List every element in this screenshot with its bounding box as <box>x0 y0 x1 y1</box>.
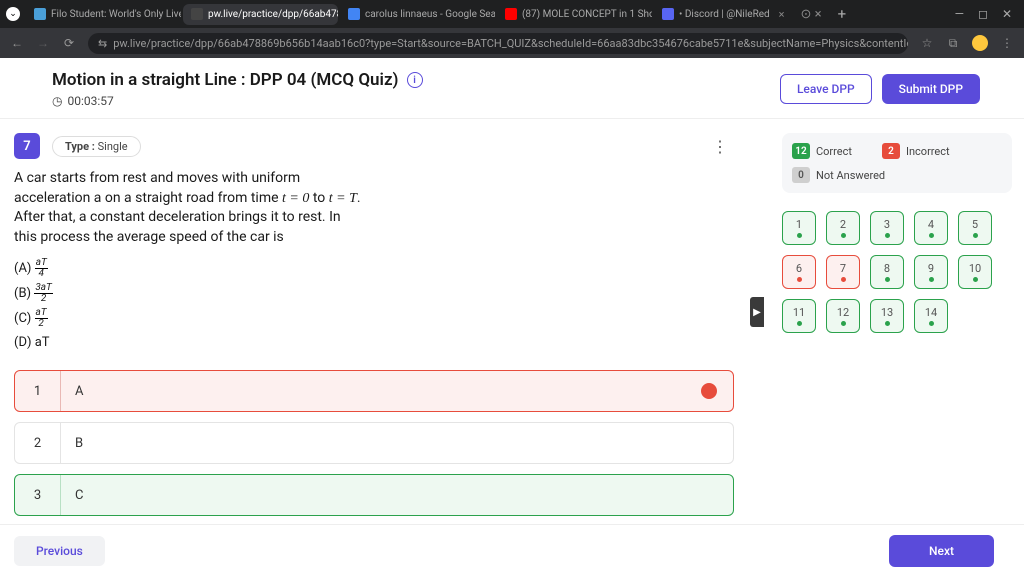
extensions-icon[interactable]: ⧉ <box>946 36 960 51</box>
stats-box: 12 Correct 2 Incorrect 0 Not Answered <box>782 133 1012 193</box>
question-options-text: (A) aT4 (B) 3aT2 (C) aT2 (D) aT <box>14 257 734 356</box>
maximize-icon[interactable]: ◻ <box>978 7 988 21</box>
new-tab-icon[interactable]: + <box>830 5 855 23</box>
browser-tab[interactable]: • Discord | @NileRed× <box>654 4 793 25</box>
question-cell[interactable]: 10 <box>958 255 992 289</box>
page-title: Motion in a straight Line : DPP 04 (MCQ … <box>52 70 399 90</box>
question-cell[interactable]: 12 <box>826 299 860 333</box>
leave-dpp-button[interactable]: Leave DPP <box>780 74 872 104</box>
close-window-icon[interactable]: ✕ <box>1002 7 1012 21</box>
question-cell[interactable]: 8 <box>870 255 904 289</box>
incorrect-badge: 2 <box>882 143 900 159</box>
quiz-header: Motion in a straight Line : DPP 04 (MCQ … <box>0 58 1024 119</box>
timer: ◷ 00:03:57 <box>52 94 423 108</box>
forward-icon[interactable]: → <box>36 36 50 50</box>
correct-badge: 12 <box>792 143 810 159</box>
question-cell[interactable]: 14 <box>914 299 948 333</box>
submit-dpp-button[interactable]: Submit DPP <box>882 74 980 104</box>
url-text: pw.live/practice/dpp/66ab478869b656b14aa… <box>113 37 908 50</box>
question-type-chip: Type : Single <box>52 136 141 157</box>
question-cell[interactable]: 6 <box>782 255 816 289</box>
incorrect-label: Incorrect <box>906 145 950 158</box>
collapse-panel-icon[interactable]: ▶ <box>750 297 764 327</box>
question-cell[interactable]: 4 <box>914 211 948 245</box>
address-bar[interactable]: ⇆ pw.live/practice/dpp/66ab478869b656b14… <box>88 33 908 54</box>
correct-label: Correct <box>816 145 852 158</box>
question-cell[interactable]: 3 <box>870 211 904 245</box>
question-grid: 1234567891011121314 <box>782 211 1012 333</box>
info-icon[interactable]: i <box>407 72 423 88</box>
clock-icon: ◷ <box>52 94 62 108</box>
na-label: Not Answered <box>816 169 885 182</box>
na-badge: 0 <box>792 167 810 183</box>
browser-tab[interactable]: carolus linnaeus - Google Sear× <box>340 4 495 25</box>
answer-option[interactable]: 3C <box>14 474 734 516</box>
star-icon[interactable]: ☆ <box>920 36 934 50</box>
browser-tab[interactable]: Filo Student: World's Only Live× <box>26 4 181 25</box>
answer-option[interactable]: 2B <box>14 422 734 464</box>
chrome-menu-icon[interactable]: ⌄ <box>6 7 20 21</box>
previous-button[interactable]: Previous <box>14 536 105 566</box>
site-info-icon[interactable]: ⇆ <box>98 37 107 50</box>
question-cell[interactable]: 1 <box>782 211 816 245</box>
question-cell[interactable]: 5 <box>958 211 992 245</box>
next-button[interactable]: Next <box>889 535 994 567</box>
question-number: 7 <box>14 133 40 159</box>
question-cell[interactable]: 11 <box>782 299 816 333</box>
menu-icon[interactable]: ⋮ <box>1000 36 1014 50</box>
back-icon[interactable]: ← <box>10 36 24 50</box>
minimize-icon[interactable]: — <box>955 7 964 21</box>
question-cell[interactable]: 7 <box>826 255 860 289</box>
progress-panel: ▶ 12Correct 2Incorrect 0Not Answered 123… <box>764 119 1024 524</box>
reload-icon[interactable]: ⟳ <box>62 36 76 50</box>
timer-value: 00:03:57 <box>67 94 113 108</box>
question-cell[interactable]: 2 <box>826 211 860 245</box>
footer: Previous Next <box>0 524 1024 576</box>
browser-tab[interactable]: (87) MOLE CONCEPT in 1 Shot× <box>497 4 652 25</box>
answer-option[interactable]: 1A <box>14 370 734 412</box>
question-menu-icon[interactable]: ⋮ <box>712 137 728 156</box>
profile-icon[interactable] <box>972 35 988 51</box>
question-text: A car starts from rest and moves with un… <box>14 169 364 247</box>
browser-tab[interactable]: pw.live/practice/dpp/66ab478× <box>183 4 338 25</box>
browser-tabbar: ⌄ Filo Student: World's Only Live×pw.liv… <box>0 0 1024 28</box>
question-panel: 7 Type : Single ⋮ A car starts from rest… <box>0 119 764 524</box>
question-cell[interactable]: 13 <box>870 299 904 333</box>
question-cell[interactable]: 9 <box>914 255 948 289</box>
close-icon[interactable]: × <box>779 8 785 21</box>
close-tab-icon[interactable]: ⊙ × <box>795 7 828 22</box>
browser-urlbar: ← → ⟳ ⇆ pw.live/practice/dpp/66ab478869b… <box>0 28 1024 58</box>
